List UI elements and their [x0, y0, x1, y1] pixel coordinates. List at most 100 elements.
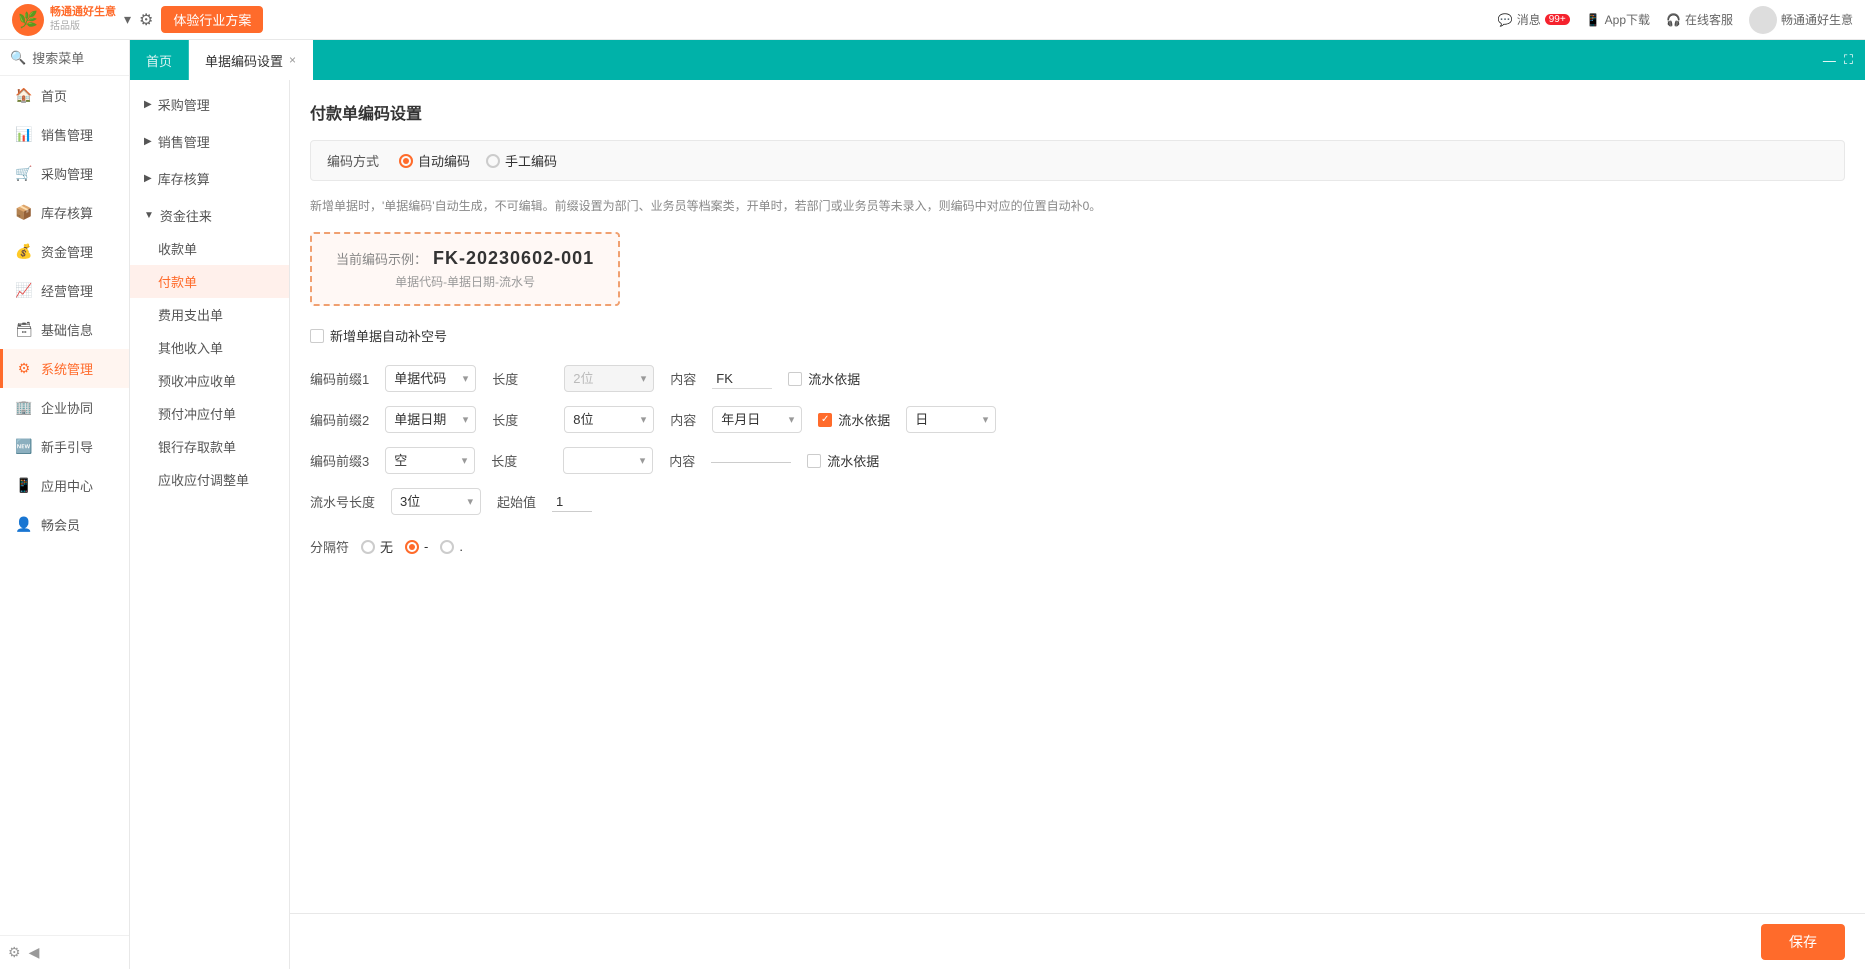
sep-dash-label: - — [424, 539, 428, 554]
trial-btn[interactable]: 体验行业方案 — [161, 6, 263, 33]
sidebar-search[interactable]: 🔍 搜索菜单 — [0, 40, 129, 76]
page-body: 付款单编码设置 编码方式 自动编码 手工编码 — [290, 80, 1865, 913]
sidebar-item-label: 经营管理 — [41, 281, 93, 300]
sidebar-item-system[interactable]: ⚙ 系统管理 — [0, 349, 129, 388]
sidebar-item-enterprise[interactable]: 🏢 企业协同 — [0, 388, 129, 427]
sidebar-item-basic[interactable]: 🗃 基础信息 — [0, 310, 129, 349]
prefix2-content-select[interactable]: 年月日 — [712, 406, 802, 433]
example-format: 单据代码-单据日期-流水号 — [336, 273, 594, 290]
enterprise-icon: 🏢 — [15, 399, 33, 417]
sub-menu-group-inventory: ▶ 库存核算 — [130, 162, 289, 195]
sub-menu-header-capital[interactable]: ▼ 资金往来 — [130, 199, 289, 232]
prefix2-length-wrapper: 8位 — [564, 406, 654, 433]
settings-bottom-icon[interactable]: ⚙ — [8, 944, 21, 961]
sub-layout: ▶ 采购管理 ▶ 销售管理 ▶ 库存核算 — [130, 80, 1865, 969]
save-button[interactable]: 保存 — [1761, 924, 1845, 960]
form-row-prefix2: 编码前缀2 单据日期 长度 8位 — [310, 406, 1845, 433]
sub-menu-item-prepay-receivable[interactable]: 预收冲应收单 — [130, 364, 289, 397]
sub-menu-capital-label: 资金往来 — [160, 206, 212, 225]
sidebar-item-apps[interactable]: 📱 应用中心 — [0, 466, 129, 505]
collapse-icon[interactable]: ◀ — [29, 944, 40, 961]
newguide-icon: 🆕 — [15, 438, 33, 456]
prefix1-length-label: 长度 — [492, 369, 548, 388]
sep-dot-radio[interactable]: . — [440, 539, 463, 554]
purchase-icon: 🛒 — [15, 165, 33, 183]
finance-icon: 💰 — [15, 243, 33, 261]
message-btn[interactable]: 💬 消息 99+ — [1498, 11, 1570, 28]
prefix2-length-select[interactable]: 8位 — [564, 406, 654, 433]
sub-menu-item-expense[interactable]: 费用支出单 — [130, 298, 289, 331]
sidebar-item-sales[interactable]: 📊 销售管理 — [0, 115, 129, 154]
sidebar-item-home[interactable]: 🏠 首页 — [0, 76, 129, 115]
message-icon: 💬 — [1498, 13, 1513, 27]
logo-icon: 🌿 — [12, 4, 44, 36]
sub-menu-item-other-income[interactable]: 其他收入单 — [130, 331, 289, 364]
maximize-icon[interactable]: ⛶ — [1844, 52, 1853, 68]
prefix1-select[interactable]: 单据代码 — [385, 365, 476, 392]
sub-menu-item-payment[interactable]: 付款单 — [130, 265, 289, 298]
tab-close-icon[interactable]: × — [289, 53, 296, 67]
user-menu[interactable]: 畅通通好生意 — [1749, 6, 1853, 34]
sub-menu-sales-label: 销售管理 — [158, 132, 210, 151]
auto-encode-radio[interactable]: 自动编码 — [399, 151, 470, 170]
sub-menu-group-purchase: ▶ 采购管理 — [130, 88, 289, 121]
auto-fill-label: 新增单据自动补空号 — [330, 326, 447, 345]
prefix2-content-label: 内容 — [670, 410, 696, 429]
app-icon: 📱 — [1586, 13, 1601, 27]
sub-menu-item-prepay-payable[interactable]: 预付冲应付单 — [130, 397, 289, 430]
form-rows: 编码前缀1 单据代码 长度 2位 — [310, 365, 1845, 556]
gear-icon[interactable]: ⚙ — [139, 10, 153, 30]
tab-serial-settings[interactable]: 单据编码设置 × — [189, 40, 313, 80]
sub-menu-header-sales[interactable]: ▶ 销售管理 — [130, 125, 289, 158]
sidebar-item-label: 资金管理 — [41, 242, 93, 261]
auto-fill-checkbox[interactable]: 新增单据自动补空号 — [310, 326, 447, 345]
tab-bar: 首页 单据编码设置 × — ⛶ — [130, 40, 1865, 80]
sidebar-item-finance[interactable]: 💰 资金管理 — [0, 232, 129, 271]
sep-dash-radio[interactable]: - — [405, 539, 428, 554]
topbar-right: 💬 消息 99+ 📱 App下载 🎧 在线客服 畅通通好生意 — [1498, 6, 1853, 34]
sidebar-item-label: 新手引导 — [41, 437, 93, 456]
prefix2-unit-select[interactable]: 日 月 年 — [906, 406, 996, 433]
sidebar-search-label: 搜索菜单 — [32, 48, 84, 67]
prefix2-length-label: 长度 — [492, 410, 548, 429]
bottom-bar: 保存 — [290, 913, 1865, 969]
sep-none-radio[interactable]: 无 — [361, 537, 393, 556]
sub-menu-item-bank-deposit[interactable]: 银行存取款单 — [130, 430, 289, 463]
app-download-btn[interactable]: 📱 App下载 — [1586, 11, 1650, 28]
manual-encode-radio[interactable]: 手工编码 — [486, 151, 557, 170]
serial-length-label: 流水号长度 — [310, 492, 375, 511]
chevron-icon: ▶ — [144, 173, 152, 184]
serial-length-select[interactable]: 3位 4位 5位 6位 — [391, 488, 481, 515]
prefix2-select[interactable]: 单据日期 — [385, 406, 476, 433]
sub-menu-header-purchase[interactable]: ▶ 采购管理 — [130, 88, 289, 121]
sidebar-item-label: 畅会员 — [41, 515, 80, 534]
sidebar-item-member[interactable]: 👤 畅会员 — [0, 505, 129, 544]
tab-home[interactable]: 首页 — [130, 40, 189, 80]
prefix1-serial-check[interactable]: 流水依据 — [788, 369, 860, 388]
sidebar-item-operations[interactable]: 📈 经营管理 — [0, 271, 129, 310]
sidebar-item-newguide[interactable]: 🆕 新手引导 — [0, 427, 129, 466]
manual-encode-dot — [486, 154, 500, 168]
sidebar-item-purchase[interactable]: 🛒 采购管理 — [0, 154, 129, 193]
prefix2-serial-check[interactable]: ✓ 流水依据 — [818, 410, 890, 429]
main-content: 付款单编码设置 编码方式 自动编码 手工编码 — [290, 80, 1865, 969]
logo-area: 🌿 畅通通好生意括品版 — [12, 4, 116, 36]
sidebar-item-inventory[interactable]: 📦 库存核算 — [0, 193, 129, 232]
message-label: 消息 — [1517, 11, 1541, 28]
sidebar-item-label: 应用中心 — [41, 476, 93, 495]
prefix3-select[interactable]: 空 — [385, 447, 475, 474]
serial-length-wrapper: 3位 4位 5位 6位 — [391, 488, 481, 515]
prefix3-length-select[interactable] — [563, 447, 653, 474]
prefix3-serial-check[interactable]: 流水依据 — [807, 451, 879, 470]
top-bar: 🌿 畅通通好生意括品版 面包屑 ▾ ⚙ 体验行业方案 💬 消息 99+ 📱 Ap… — [0, 0, 1865, 40]
tab-serial-settings-label: 单据编码设置 — [205, 51, 283, 70]
sub-menu-item-ar-ap-adjust[interactable]: 应收应付调整单 — [130, 463, 289, 496]
service-btn[interactable]: 🎧 在线客服 — [1666, 11, 1733, 28]
system-icon: ⚙ — [15, 360, 33, 378]
sub-menu-group-sales: ▶ 销售管理 — [130, 125, 289, 158]
form-row-prefix3: 编码前缀3 空 长度 — [310, 447, 1845, 474]
sub-menu-header-inventory[interactable]: ▶ 库存核算 — [130, 162, 289, 195]
sub-menu-item-receipt[interactable]: 收款单 — [130, 232, 289, 265]
nav-down-icon[interactable]: ▾ — [124, 11, 131, 28]
minimize-icon[interactable]: — — [1823, 53, 1836, 68]
